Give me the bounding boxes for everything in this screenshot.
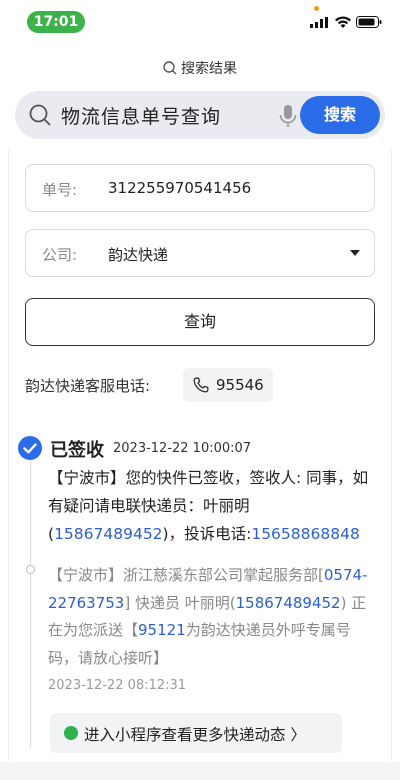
page-bottom [0, 762, 400, 780]
breadcrumb-label: 搜索结果 [181, 61, 237, 77]
more-updates-label[interactable]: 进入小程序查看更多快递动态 〉 [84, 723, 306, 745]
event-time: 2023-12-22 08:12:31 [48, 678, 187, 693]
phone-icon [193, 377, 209, 393]
tracking-number-label: 单号: [42, 181, 78, 199]
search-icon [29, 104, 51, 126]
query-button[interactable]: 查询 [25, 298, 375, 346]
more-updates-button[interactable]: 进入小程序查看更多快递动态 〉 [50, 713, 342, 753]
event-text: 【宁波市】浙江慈溪东部公司掌起服务部[ [48, 566, 324, 584]
tracking-number-field[interactable]: 单号: 312255970541456 [25, 164, 375, 212]
microphone-icon[interactable] [278, 104, 298, 128]
company-label: 公司: [42, 246, 78, 264]
battery-icon [356, 16, 382, 28]
company-select[interactable]: 公司: 韵达快递 [25, 229, 375, 277]
status-bar: 17:01 [0, 0, 400, 44]
timeline-dot [26, 565, 35, 574]
hotline-phone-button[interactable]: 95546 [183, 368, 273, 402]
timeline-line [30, 458, 31, 748]
search-input[interactable]: 物流信息单号查询 [61, 102, 221, 129]
event-text: ] 快递员 叶丽明( [124, 593, 236, 612]
event-text: )，投诉电话: [162, 525, 252, 543]
search-button[interactable]: 搜索 [300, 96, 380, 134]
event-description: 【宁波市】您的快件已签收，签收人: 同事，如有疑问请电联快递员：叶丽明(1586… [48, 464, 380, 548]
mini-program-icon [64, 726, 78, 740]
wifi-icon [335, 16, 351, 28]
check-circle-icon [18, 436, 42, 460]
courier-phone-link[interactable]: 15867489452 [236, 594, 341, 612]
breadcrumb: 搜索结果 [0, 58, 400, 78]
event-time: 2023-12-22 10:00:07 [113, 441, 252, 456]
complaint-phone-link[interactable]: 15658868848 [251, 525, 359, 543]
privacy-indicator-dot [314, 6, 319, 11]
event-status: 已签收 [50, 440, 104, 461]
courier-phone-link[interactable]: 15867489452 [54, 525, 162, 543]
company-value[interactable]: 韵达快递 [108, 244, 168, 265]
tracking-number-value[interactable]: 312255970541456 [108, 179, 251, 197]
hotline-number[interactable]: 95546 [216, 376, 264, 394]
outbound-number-link[interactable]: 95121 [138, 621, 186, 639]
hotline-label: 韵达快递客服电话: [25, 377, 151, 395]
status-time: 17:01 [27, 11, 85, 33]
search-icon [163, 61, 177, 75]
event-description: 【宁波市】浙江慈溪东部公司掌起服务部[0574-22763753] 快递员 叶丽… [48, 562, 380, 672]
caret-down-icon[interactable] [350, 250, 360, 256]
cellular-signal-icon [310, 17, 328, 28]
